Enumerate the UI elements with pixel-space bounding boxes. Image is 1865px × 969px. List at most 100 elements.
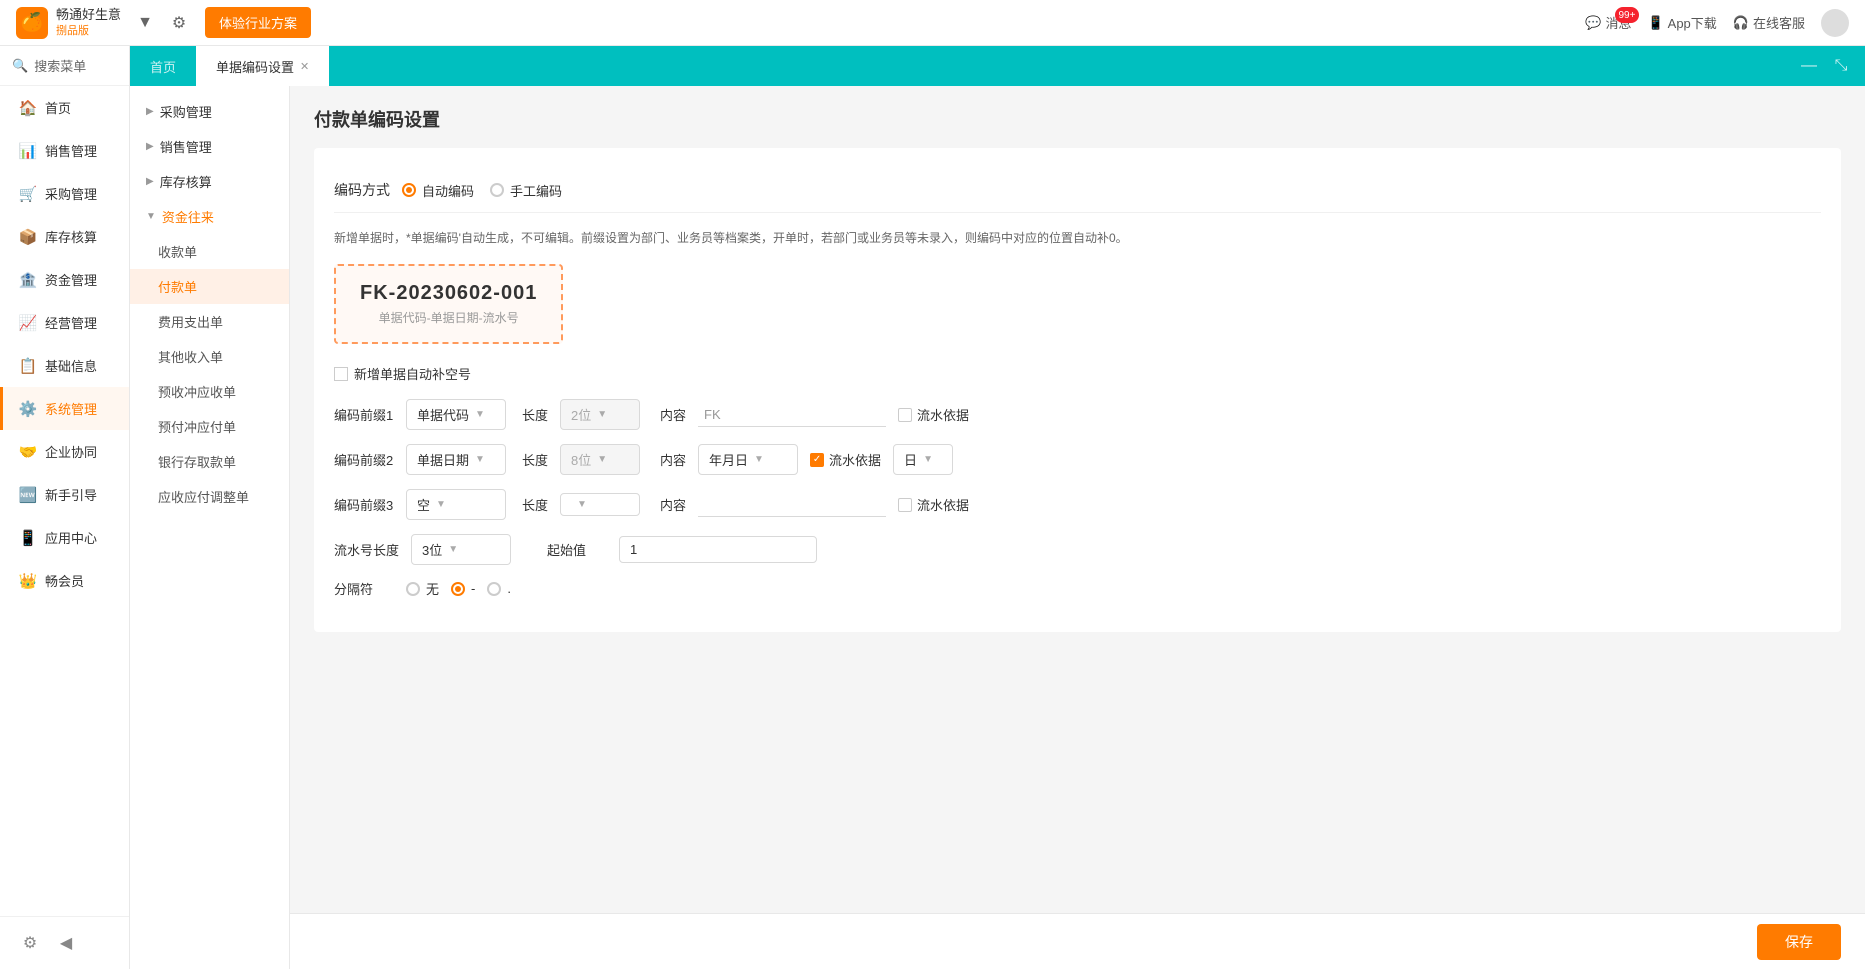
tab-encoding[interactable]: 单据编码设置 ✕: [196, 46, 329, 86]
encoding-type-row: 编码方式 自动编码 手工编码: [334, 168, 1821, 213]
auto-fill-checkbox[interactable]: [334, 367, 348, 381]
tab-bar: 首页 单据编码设置 ✕ — ⤡: [130, 46, 1865, 86]
logo-text: 畅通好生意 捌品版: [56, 7, 121, 38]
sidebar-item-home[interactable]: 🏠 首页: [0, 86, 129, 129]
submenu-item-other-income[interactable]: 其他收入单: [130, 339, 289, 374]
prefix3-length-label: 长度: [522, 495, 548, 514]
sep-dash-radio[interactable]: -: [451, 581, 475, 596]
arrow-right-icon2: ▶: [146, 141, 154, 152]
tab-minimize-btn[interactable]: —: [1797, 54, 1821, 78]
auto-fill-label: 新增单据自动补空号: [354, 364, 471, 383]
page-title: 付款单编码设置: [314, 106, 1841, 132]
prefix2-content-label: 内容: [660, 450, 686, 469]
sidebar-item-system[interactable]: ⚙️ 系统管理: [0, 387, 129, 430]
prefix2-content-select[interactable]: 年月日 ▼: [698, 444, 798, 475]
sidebar-item-inventory[interactable]: 📦 库存核算: [0, 215, 129, 258]
submenu-item-receipt[interactable]: 收款单: [130, 234, 289, 269]
prefix2-waterflow-unit-select[interactable]: 日 ▼: [893, 444, 953, 475]
submenu-item-prepay-pay[interactable]: 预付冲应付单: [130, 409, 289, 444]
sidebar-item-operations[interactable]: 📈 经营管理: [0, 301, 129, 344]
settings-icon[interactable]: ⚙: [165, 9, 193, 37]
submenu-item-expense[interactable]: 费用支出单: [130, 304, 289, 339]
preview-box: FK-20230602-001 单据代码-单据日期-流水号: [334, 264, 563, 344]
submenu-item-bank-deposit[interactable]: 银行存取款单: [130, 444, 289, 479]
sidebar-item-finance[interactable]: 🏦 资金管理: [0, 258, 129, 301]
prefix3-cb-box[interactable]: [898, 498, 912, 512]
radio-auto-dot: [402, 183, 416, 197]
topbar-left: 🍊 畅通好生意 捌品版 ▼ ⚙ 体验行业方案: [16, 7, 311, 39]
prefix2-length-select[interactable]: 8位 ▼: [560, 444, 640, 475]
submenu-group-sales-title[interactable]: ▶ 销售管理: [130, 129, 289, 164]
sidebar-item-enterprise[interactable]: 🤝 企业协同: [0, 430, 129, 473]
prefix3-length-select[interactable]: ▼: [560, 493, 640, 516]
prefix2-row: 编码前缀2 单据日期 ▼ 长度 8位 ▼ 内容: [334, 444, 1821, 475]
submenu-group-inventory: ▶ 库存核算: [130, 164, 289, 199]
nav-arrow-left[interactable]: ▼: [133, 11, 157, 35]
sidebar-settings-btn[interactable]: ⚙: [16, 929, 44, 957]
prefix1-content-input[interactable]: [698, 403, 886, 427]
sidebar-item-vip[interactable]: 👑 畅会员: [0, 559, 129, 602]
submenu-group-capital-title[interactable]: ▼ 资金往来: [130, 199, 289, 234]
submenu-group-inventory-title[interactable]: ▶ 库存核算: [130, 164, 289, 199]
online-service-button[interactable]: 🎧 在线客服: [1733, 13, 1805, 32]
tab-close-icon[interactable]: ✕: [300, 60, 309, 73]
inventory-icon: 📦: [19, 228, 37, 246]
prefix2-length-arrow: ▼: [597, 454, 607, 465]
sidebar-item-guide[interactable]: 🆕 新手引导: [0, 473, 129, 516]
prefix1-label: 编码前缀1: [334, 405, 394, 424]
submenu-item-prepay-receive[interactable]: 预收冲应收单: [130, 374, 289, 409]
submenu-item-payment[interactable]: 付款单: [130, 269, 289, 304]
serial-arrow-icon: ▼: [448, 544, 458, 555]
prefix3-waterflow-cb: 流水依据: [898, 495, 969, 514]
message-button[interactable]: 💬 消息 99+: [1585, 13, 1631, 32]
prefix1-length-label: 长度: [522, 405, 548, 424]
tab-home[interactable]: 首页: [130, 46, 196, 86]
radio-manual-dot: [490, 183, 504, 197]
preview-code: FK-20230602-001: [360, 282, 537, 305]
radio-auto-encode[interactable]: 自动编码: [402, 181, 474, 200]
prefix1-select[interactable]: 单据代码 ▼: [406, 399, 506, 430]
logo-icon: 🍊: [16, 7, 48, 39]
search-icon: 🔍: [12, 58, 28, 74]
separator-label: 分隔符: [334, 579, 394, 598]
experience-button[interactable]: 体验行业方案: [205, 7, 311, 38]
sidebar-item-sales[interactable]: 📊 销售管理: [0, 129, 129, 172]
sidebar-item-basic[interactable]: 📋 基础信息: [0, 344, 129, 387]
submenu-item-ar-ap-adjust[interactable]: 应收应付调整单: [130, 479, 289, 514]
bottom-bar: 保存: [290, 913, 1865, 969]
start-value-input[interactable]: [619, 536, 817, 563]
serial-length-label: 流水号长度: [334, 540, 399, 559]
sep-dot-radio[interactable]: .: [487, 581, 511, 596]
prefix3-select[interactable]: 空 ▼: [406, 489, 506, 520]
operations-icon: 📈: [19, 314, 37, 332]
serial-row: 流水号长度 3位 ▼ 起始值: [334, 534, 1821, 565]
service-icon: 🎧: [1733, 15, 1749, 31]
prefix1-cb-box[interactable]: [898, 408, 912, 422]
radio-manual-encode[interactable]: 手工编码: [490, 181, 562, 200]
prefix2-select[interactable]: 单据日期 ▼: [406, 444, 506, 475]
prefix2-cb-box[interactable]: ✓: [810, 453, 824, 467]
submenu-group-capital: ▼ 资金往来 收款单 付款单 费用支出单 其他收入单 预收冲应收单 预付冲应付单…: [130, 199, 289, 514]
sidebar-item-appstore[interactable]: 📱 应用中心: [0, 516, 129, 559]
sidebar-collapse-btn[interactable]: ◀: [52, 929, 80, 957]
sidebar-item-purchase[interactable]: 🛒 采购管理: [0, 172, 129, 215]
prefix2-waterflow-cb: ✓ 流水依据: [810, 450, 881, 469]
prefix3-label: 编码前缀3: [334, 495, 394, 514]
main-layout: 🔍 搜索菜单 🏠 首页 📊 销售管理 🛒 采购管理 📦 库存核算 🏦 资金管理 …: [0, 46, 1865, 969]
tab-maximize-btn[interactable]: ⤡: [1829, 54, 1853, 78]
radio-group-encoding: 自动编码 手工编码: [402, 181, 562, 200]
sep-none-radio[interactable]: 无: [406, 579, 439, 598]
main-content: 付款单编码设置 编码方式 自动编码: [290, 86, 1865, 913]
sep-dot-dot: [487, 582, 501, 596]
appstore-icon: 📱: [19, 529, 37, 547]
prefix3-content-input[interactable]: [698, 493, 886, 517]
prefix1-length-select[interactable]: 2位 ▼: [560, 399, 640, 430]
prefix2-unit-arrow: ▼: [923, 454, 933, 465]
app-download-button[interactable]: 📱 App下载: [1647, 13, 1716, 32]
prefix1-length-arrow: ▼: [597, 409, 607, 420]
serial-length-select[interactable]: 3位 ▼: [411, 534, 511, 565]
user-avatar[interactable]: [1821, 9, 1849, 37]
save-button[interactable]: 保存: [1757, 924, 1841, 960]
submenu-group-purchase-title[interactable]: ▶ 采购管理: [130, 94, 289, 129]
sidebar-search[interactable]: 🔍 搜索菜单: [0, 46, 129, 86]
